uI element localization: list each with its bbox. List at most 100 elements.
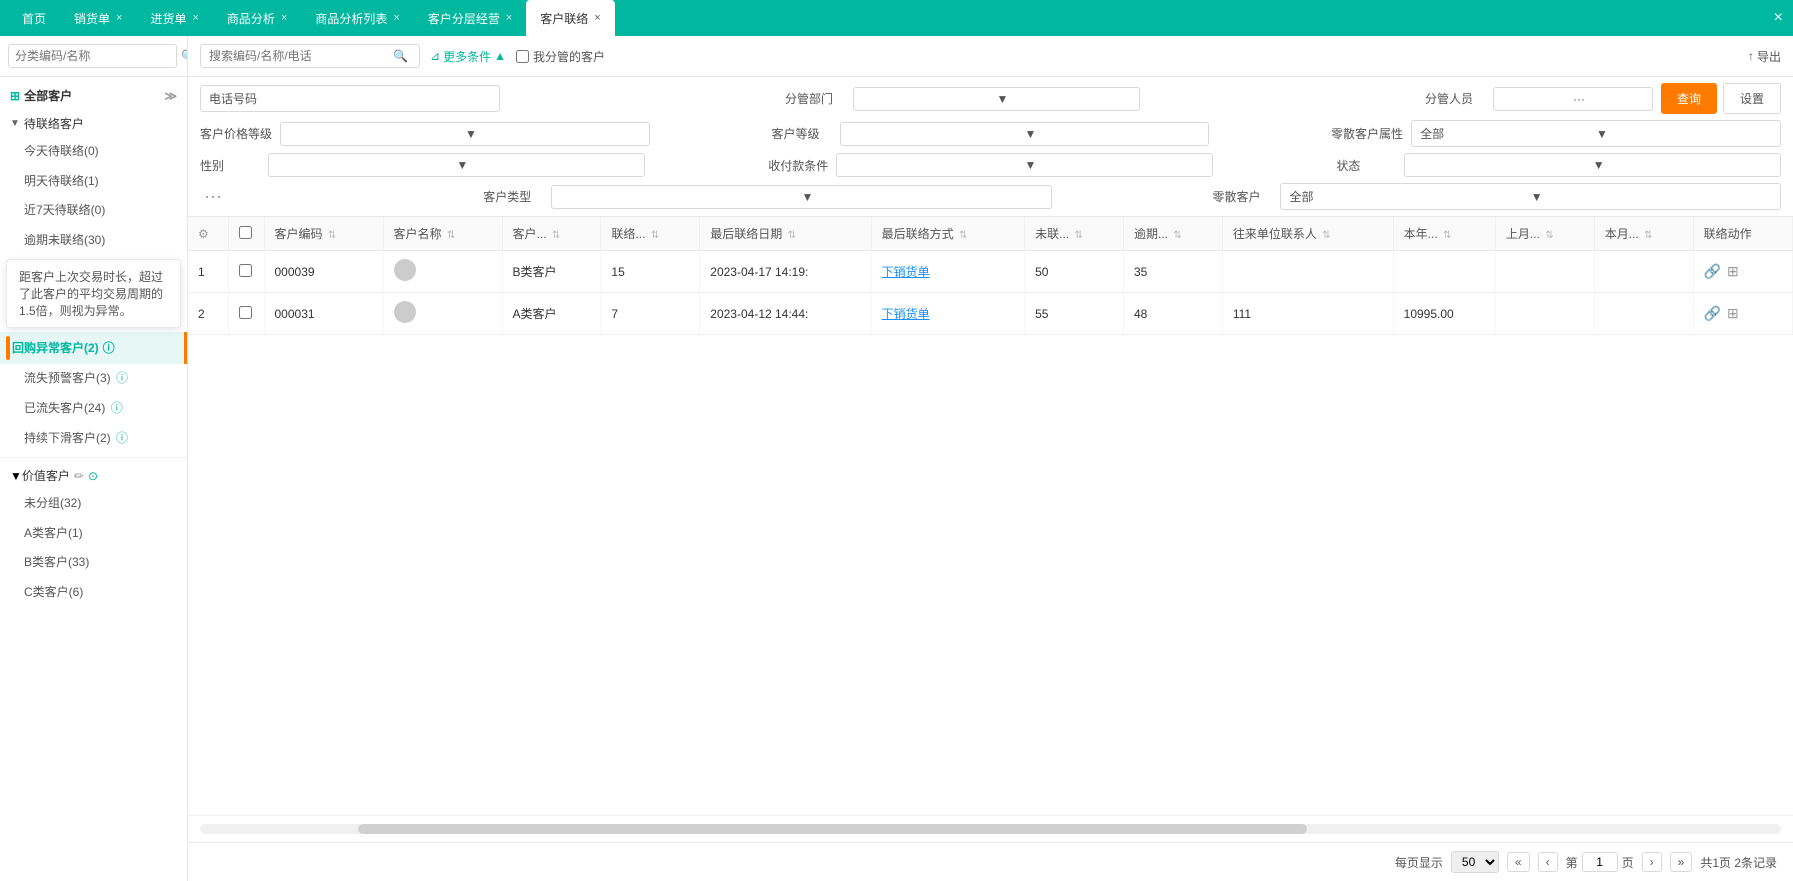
sort-overdue-icon[interactable]: ⇅ — [1173, 230, 1181, 241]
close-tab-customer-tier[interactable]: × — [506, 12, 512, 24]
sidebar-item-lost-customers[interactable]: 已流失客户(24) ⓘ — [0, 394, 187, 424]
sidebar-item-7days[interactable]: 近7天待联络(0) — [0, 196, 187, 226]
row2-checkbox[interactable] — [228, 293, 264, 335]
sort-code-icon[interactable]: ⇅ — [328, 230, 336, 241]
dept-chevron-icon: ▼ — [996, 92, 1131, 106]
sidebar-item-repurchase-abnormal[interactable]: 回购异常客户(2) ⓘ — [0, 332, 187, 364]
scrollbar-thumb[interactable] — [358, 824, 1307, 834]
phone-field[interactable]: 电话号码 — [200, 85, 500, 112]
horizontal-scrollbar[interactable] — [200, 824, 1781, 834]
sidebar-item-loss-warning[interactable]: 流失预警客户(3) ⓘ — [0, 364, 187, 394]
tab-product-analysis[interactable]: 商品分析 × — [213, 0, 301, 36]
close-tab-customer-contact[interactable]: × — [594, 12, 600, 24]
gender-select[interactable]: ▼ — [268, 153, 645, 177]
close-tab-purchase[interactable]: × — [192, 12, 198, 24]
query-button[interactable]: 查询 — [1661, 83, 1717, 114]
edit-icon[interactable]: ✏ — [74, 469, 84, 483]
sidebar-item-declining[interactable]: 持续下滑客户(2) ⓘ — [0, 424, 187, 454]
status-chevron-icon: ▼ — [1593, 158, 1772, 172]
sort-tmonth-icon[interactable]: ⇅ — [1644, 230, 1652, 241]
sidebar-item-tomorrow[interactable]: 明天待联络(1) — [0, 167, 187, 197]
tab-customer-tier[interactable]: 客户分层经营 × — [414, 0, 526, 36]
row1-last-method[interactable]: 下销货单 — [871, 251, 1025, 293]
row2-select[interactable] — [239, 306, 252, 319]
top-nav: 首页 销货单 × 进货单 × 商品分析 × 商品分析列表 × 客户分层经营 × … — [0, 0, 1793, 36]
gender-chevron-icon: ▼ — [456, 158, 635, 172]
sidebar-item-overdue[interactable]: 逾期未联络(30) — [0, 226, 187, 256]
row2-last-method[interactable]: 下销货单 — [871, 293, 1025, 335]
export-button[interactable]: ↑ 导出 — [1748, 48, 1781, 65]
customer-level-select[interactable]: ▼ — [840, 122, 1210, 146]
close-tab-sales[interactable]: × — [116, 12, 122, 24]
per-page-select[interactable]: 50 — [1451, 851, 1499, 873]
col-last-month: 上月... ⇅ — [1495, 217, 1594, 251]
row1-checkbox[interactable] — [228, 251, 264, 293]
filter-more-btn[interactable]: ⊿ 更多条件 ▲ — [430, 48, 506, 65]
col-type: 客户... ⇅ — [502, 217, 601, 251]
row2-grid-icon[interactable]: ⊞ — [1727, 305, 1739, 322]
retail-attr-select[interactable]: 全部 ▼ — [1411, 120, 1781, 147]
price-level-select[interactable]: ▼ — [280, 122, 650, 146]
customer-type-select[interactable]: ▼ — [551, 185, 1052, 209]
sort-name-icon[interactable]: ⇅ — [447, 230, 455, 241]
table-settings-icon[interactable]: ⚙ — [198, 227, 209, 241]
sidebar-group-b[interactable]: B类客户(33) — [0, 548, 187, 578]
adv-row-1: 电话号码 分管部门 ▼ 分管人员 ··· — [200, 83, 1781, 114]
sidebar-search-input[interactable] — [8, 44, 177, 68]
last-page-btn[interactable]: » — [1670, 852, 1693, 872]
row2-link-icon[interactable]: 🔗 — [1704, 305, 1721, 322]
first-page-btn[interactable]: « — [1507, 852, 1530, 872]
tab-home[interactable]: 首页 — [8, 0, 60, 36]
add-group-icon[interactable]: ⊙ — [88, 469, 98, 483]
close-tab-product-analysis[interactable]: × — [281, 12, 287, 24]
page-input[interactable]: 1 — [1582, 852, 1618, 872]
sidebar-group-c[interactable]: C类客户(6) — [0, 578, 187, 608]
retail-customer-select[interactable]: 全部 ▼ — [1280, 183, 1781, 210]
sidebar-section-waiting[interactable]: ▼ 待联络客户 — [0, 110, 187, 137]
sort-unit-icon[interactable]: ⇅ — [1322, 230, 1330, 241]
sort-date-icon[interactable]: ⇅ — [788, 230, 796, 241]
sort-type-icon[interactable]: ⇅ — [552, 230, 560, 241]
sidebar-collapse-icon[interactable]: ≫ — [164, 89, 177, 103]
my-customers-checkbox[interactable] — [516, 50, 529, 63]
sidebar-all-customers[interactable]: ⊞ 全部客户 ≫ — [0, 81, 187, 110]
sidebar-group-a[interactable]: A类客户(1) — [0, 519, 187, 549]
set-button[interactable]: 设置 — [1723, 83, 1781, 114]
row1-link-icon[interactable]: 🔗 — [1704, 263, 1721, 280]
next-page-btn[interactable]: › — [1642, 852, 1662, 872]
payment-select[interactable]: ▼ — [836, 153, 1213, 177]
sort-contact-icon[interactable]: ⇅ — [651, 230, 659, 241]
row2-this-year: 10995.00 — [1393, 293, 1495, 335]
price-level-label: 客户价格等级 — [200, 125, 272, 142]
sidebar-search-icon[interactable]: 🔍 — [181, 49, 188, 63]
more-options-btn[interactable]: ··· — [200, 186, 226, 207]
row1-name — [383, 251, 502, 293]
sort-method-icon[interactable]: ⇅ — [959, 230, 967, 241]
prev-page-btn[interactable]: ‹ — [1538, 852, 1558, 872]
sidebar-group-unclassified[interactable]: 未分组(32) — [0, 489, 187, 519]
row1-grid-icon[interactable]: ⊞ — [1727, 263, 1739, 280]
filter-search-icon[interactable]: 🔍 — [393, 49, 408, 63]
h-scroll-area[interactable] — [188, 815, 1793, 842]
tab-purchase[interactable]: 进货单 × — [136, 0, 212, 36]
total-pages-label: 页 — [1622, 854, 1634, 871]
person-field[interactable]: ··· — [1493, 87, 1653, 111]
filter-search-input[interactable] — [209, 49, 389, 63]
tab-sales[interactable]: 销货单 × — [60, 0, 136, 36]
tab-product-list[interactable]: 商品分析列表 × — [301, 0, 413, 36]
tab-customer-contact[interactable]: 客户联络 × — [526, 0, 614, 36]
sidebar-item-today[interactable]: 今天待联络(0) — [0, 137, 187, 167]
close-tab-product-list[interactable]: × — [393, 12, 399, 24]
sort-lmonth-icon[interactable]: ⇅ — [1545, 230, 1553, 241]
sidebar-value-section[interactable]: ▼ 价值客户 ✏ ⊙ — [0, 462, 187, 489]
sort-uncontact-icon[interactable]: ⇅ — [1074, 230, 1082, 241]
dept-select[interactable]: ▼ — [853, 87, 1140, 111]
filter-my-customers[interactable]: 我分管的客户 — [516, 48, 605, 65]
window-close-button[interactable]: × — [1774, 9, 1783, 27]
select-all-checkbox[interactable] — [239, 226, 252, 239]
status-select[interactable]: ▼ — [1404, 153, 1781, 177]
filter-search-box[interactable]: 🔍 — [200, 44, 420, 68]
row1-select[interactable] — [239, 264, 252, 277]
sort-year-icon[interactable]: ⇅ — [1443, 230, 1451, 241]
retail-attr-label: 零散客户属性 — [1331, 125, 1403, 142]
